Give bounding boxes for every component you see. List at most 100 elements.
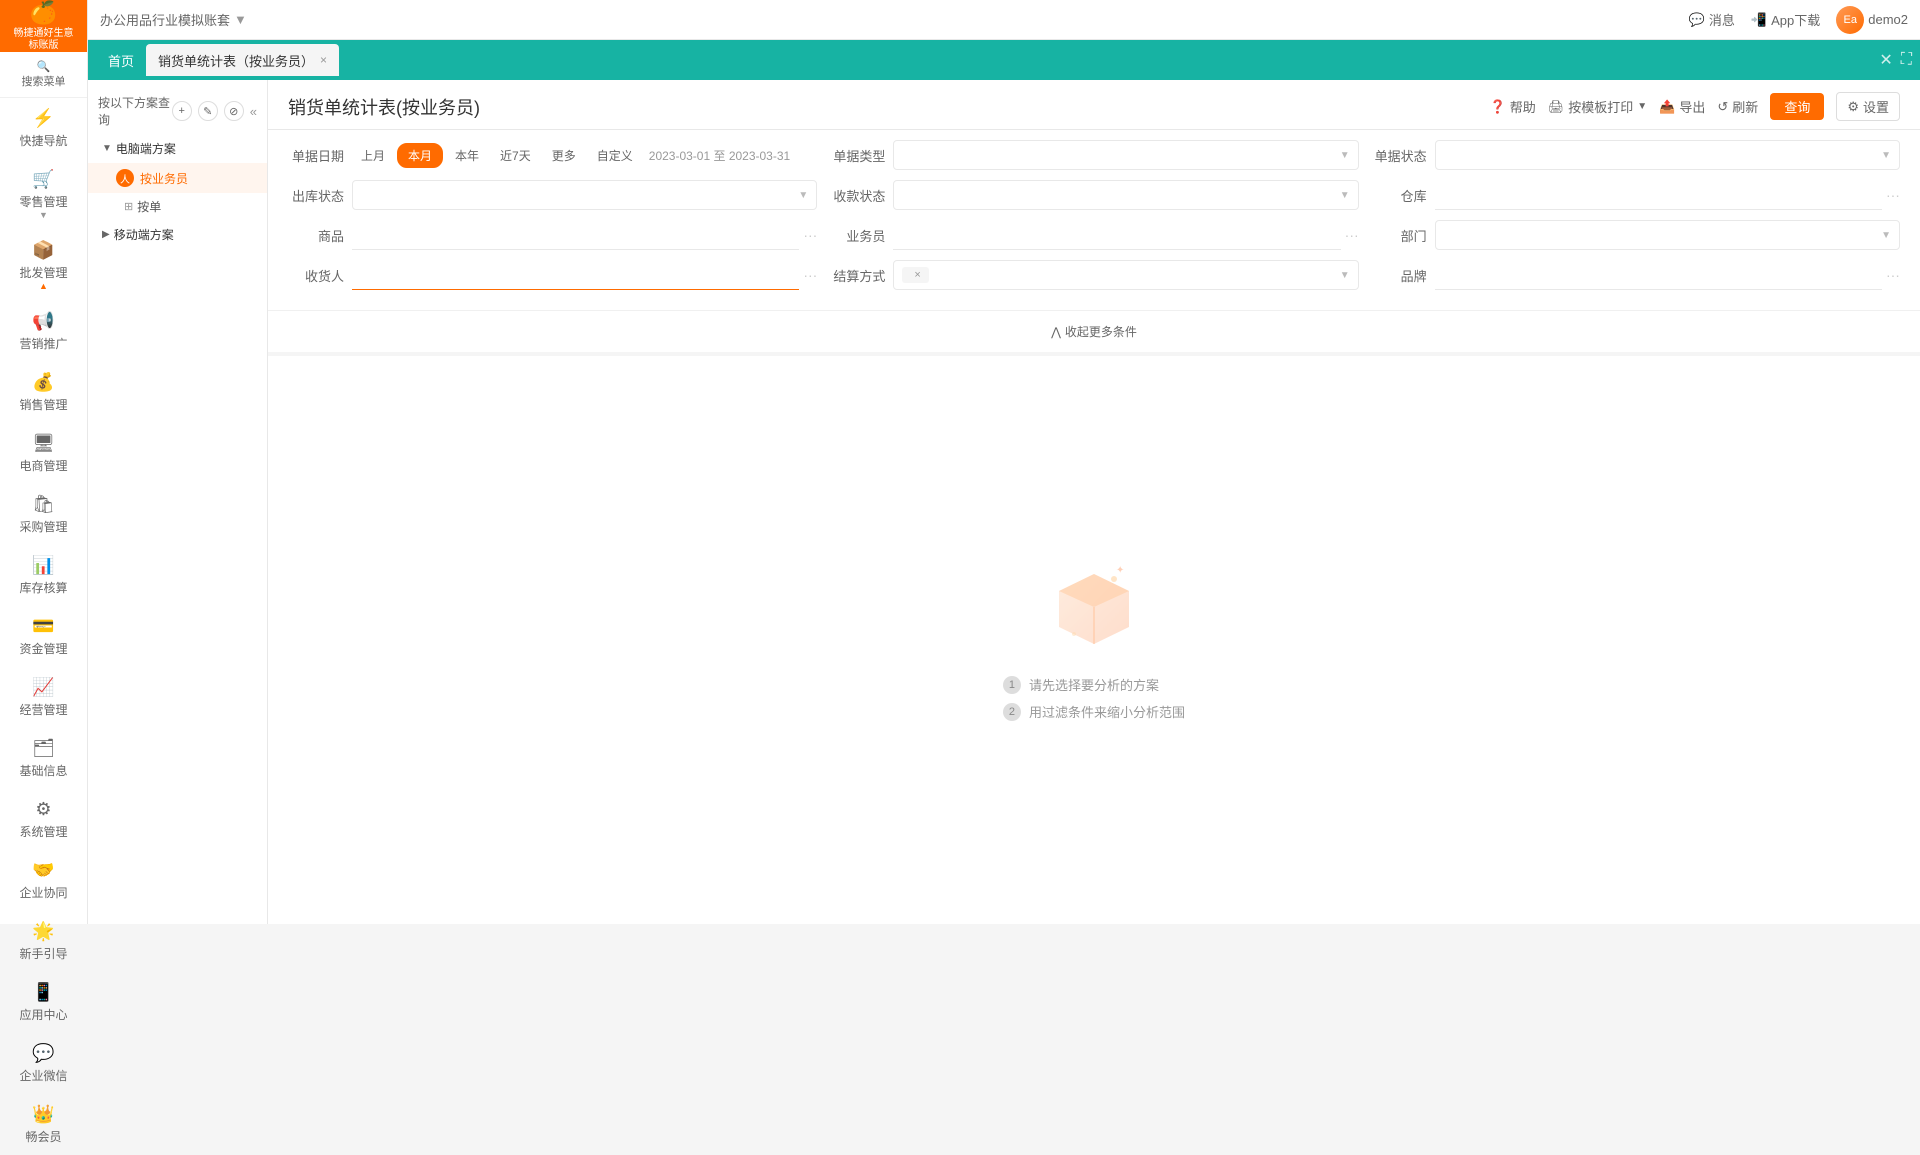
home-tab-label: 首页: [108, 51, 134, 70]
mobile-group-arrow-icon: ▶: [102, 229, 110, 240]
desktop-scheme-group-title[interactable]: ▼ 电脑端方案: [88, 134, 267, 163]
export-btn[interactable]: 📤 导出: [1659, 97, 1705, 116]
salesperson-input[interactable]: [893, 220, 1340, 250]
delete-scheme-btn[interactable]: ⊘: [224, 101, 244, 121]
sidebar-item-retail-label: 零售管理: [19, 193, 67, 210]
sidebar-item-ecommerce[interactable]: 🖥 电商管理: [0, 423, 87, 484]
help-btn[interactable]: ❓ 帮助: [1490, 97, 1536, 116]
messages-btn[interactable]: 💬 消息: [1689, 10, 1735, 29]
add-scheme-btn[interactable]: +: [172, 101, 192, 121]
doc-type-label: 单据类型: [829, 146, 885, 165]
sidebar-item-purchase-label: 采购管理: [19, 518, 67, 535]
sidebar-item-operations[interactable]: 📈 经营管理: [0, 667, 87, 728]
goods-dots[interactable]: ···: [803, 227, 817, 243]
topbar-dropdown-icon[interactable]: ▼: [234, 12, 247, 27]
sidebar-item-marketing[interactable]: 📢 营销推广: [0, 301, 87, 362]
brand-input[interactable]: [1435, 260, 1882, 290]
sidebar-item-enterprise[interactable]: 🤝 企业协同: [0, 850, 87, 911]
filter-row-3: 商品 ··· 业务员 ···: [288, 220, 1900, 250]
salesperson-dots[interactable]: ···: [1345, 227, 1359, 243]
shortcuts-icon: ⚡: [32, 108, 54, 129]
settlement-tag-close[interactable]: ×: [914, 269, 920, 281]
filter-goods: 商品 ···: [288, 220, 817, 250]
sidebar-item-purchase[interactable]: 🛍 采购管理: [0, 484, 87, 545]
sidebar-item-member[interactable]: 👑 畅会员: [0, 1094, 87, 1155]
template-print-label: 按模板打印: [1568, 97, 1633, 116]
sidebar-item-sales[interactable]: 💰 销售管理: [0, 362, 87, 423]
edit-scheme-btn[interactable]: ✎: [198, 101, 218, 121]
sidebar-item-enterprise-wechat[interactable]: 💬 企业微信: [0, 1033, 87, 1094]
receipt-status-control: ▼: [893, 180, 1358, 210]
help-label: 帮助: [1510, 97, 1536, 116]
collapse-panel-btn[interactable]: «: [250, 104, 257, 119]
consignee-dots[interactable]: ···: [803, 267, 817, 283]
scheme-item-by-order[interactable]: ⊞ 按单: [88, 193, 267, 220]
scheme-active-icon: 人: [116, 169, 134, 187]
date-control: 上月 本月 本年 近7天 更多 自定义 2023-03-01 至 2023-03…: [352, 143, 817, 168]
collapse-more-btn[interactable]: ⋀ 收起更多条件: [1039, 319, 1149, 344]
tab-close-icon[interactable]: ×: [320, 54, 327, 66]
consignee-input[interactable]: [352, 260, 799, 290]
sidebar-item-wholesale-label: 批发管理: [19, 264, 67, 281]
topbar-left: 办公用品行业模拟账套 ▼: [100, 10, 247, 29]
mobile-scheme-group-title[interactable]: ▶ 移动端方案: [88, 220, 267, 249]
sidebar-item-finance[interactable]: 💳 资金管理: [0, 606, 87, 667]
goods-control: ···: [352, 220, 817, 250]
date-btn-lastmonth[interactable]: 上月: [352, 143, 394, 168]
settings-btn[interactable]: ⚙ 设置: [1836, 92, 1900, 121]
sidebar-item-basic[interactable]: 🗂 基础信息: [0, 728, 87, 789]
sidebar-search[interactable]: 🔍 搜索菜单: [0, 52, 87, 98]
page-header-actions: ❓ 帮助 🖨 按模板打印 ▼ 📤 导出 ↺: [1490, 92, 1900, 121]
warehouse-input[interactable]: [1435, 180, 1882, 210]
sidebar-item-inventory[interactable]: 📊 库存核算: [0, 545, 87, 606]
app-download-btn[interactable]: 📲 App下载: [1751, 10, 1820, 29]
date-btn-more[interactable]: 更多: [543, 143, 585, 168]
sidebar-item-newuser[interactable]: 🌟 新手引导: [0, 911, 87, 972]
scheme-item-by-salesperson[interactable]: 人 按业务员: [88, 163, 267, 193]
tab-sales-stat[interactable]: 销货单统计表（按业务员） ×: [146, 44, 339, 76]
warehouse-dots[interactable]: ···: [1886, 187, 1900, 203]
template-print-btn[interactable]: 🖨 按模板打印 ▼: [1548, 97, 1647, 116]
date-btn-thismonth[interactable]: 本月: [397, 143, 443, 168]
sidebar-item-shortcuts[interactable]: ⚡ 快捷导航: [0, 98, 87, 159]
receipt-status-select[interactable]: ▼: [893, 180, 1358, 210]
mobile-scheme-group: ▶ 移动端方案: [88, 220, 267, 249]
tab-maximize-icon[interactable]: ⛶: [1901, 51, 1912, 69]
sidebar-item-appcenter-label: 应用中心: [19, 1006, 67, 1023]
query-btn[interactable]: 查询: [1770, 93, 1824, 120]
date-btn-custom[interactable]: 自定义: [588, 143, 642, 168]
settlement-select[interactable]: × ▼: [893, 260, 1358, 290]
tab-home[interactable]: 首页: [96, 44, 146, 76]
sidebar-item-wholesale[interactable]: 📦 批发管理 ▲: [0, 230, 87, 301]
date-btn-7days[interactable]: 近7天: [491, 143, 540, 168]
sidebar-item-retail[interactable]: 🛒 零售管理 ▼: [0, 159, 87, 230]
export-label: 导出: [1679, 97, 1705, 116]
sidebar-item-appcenter[interactable]: 📱 应用中心: [0, 972, 87, 1033]
date-btn-thisyear[interactable]: 本年: [446, 143, 488, 168]
app-download-label: App下载: [1771, 10, 1820, 29]
refresh-btn[interactable]: ↺ 刷新: [1717, 97, 1758, 116]
doc-type-select[interactable]: ▼: [893, 140, 1358, 170]
right-panel: 销货单统计表(按业务员) ❓ 帮助 🖨 按模板打印 ▼ 📤: [268, 80, 1920, 924]
user-area[interactable]: Ea demo2: [1836, 6, 1908, 34]
dept-label: 部门: [1371, 226, 1427, 245]
dept-select[interactable]: ▼: [1435, 220, 1900, 250]
goods-input[interactable]: [352, 220, 799, 250]
brand-control: ···: [1435, 260, 1900, 290]
page-title: 销货单统计表(按业务员): [288, 94, 480, 120]
doc-status-select[interactable]: ▼: [1435, 140, 1900, 170]
svg-text:✦: ✦: [1116, 565, 1124, 576]
app-logo: 🍊 畅捷通好生意 标账版: [0, 0, 87, 52]
scheme-panel-title: 按以下方案查询: [98, 94, 172, 128]
out-status-select[interactable]: ▼: [352, 180, 817, 210]
sidebar-item-system[interactable]: ⚙ 系统管理: [0, 789, 87, 850]
enterprise-wechat-icon: 💬: [32, 1043, 54, 1064]
out-status-control: ▼: [352, 180, 817, 210]
settlement-label: 结算方式: [829, 266, 885, 285]
empty-tip-2: 2 用过滤条件来缩小分析范围: [1003, 702, 1185, 721]
collapse-up-icon: ⋀: [1051, 325, 1061, 339]
brand-dots[interactable]: ···: [1886, 267, 1900, 283]
salesperson-control: ···: [893, 220, 1358, 250]
brand-label: 品牌: [1371, 266, 1427, 285]
tab-close-all-icon[interactable]: ✕: [1879, 50, 1892, 70]
